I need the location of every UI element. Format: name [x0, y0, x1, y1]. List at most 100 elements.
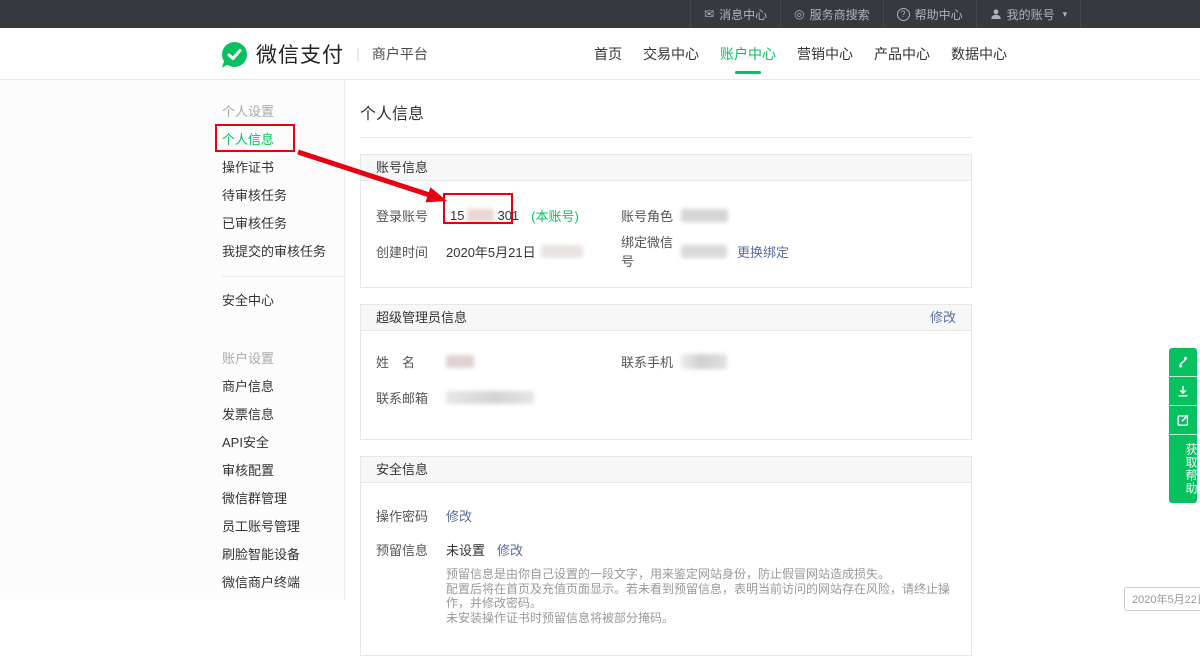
message-center-menu-item[interactable]: ✉ 消息中心: [690, 0, 780, 28]
bound-wechat-group: 绑定微信号 更换绑定: [621, 239, 789, 263]
sidebar-item-review-config[interactable]: 审核配置: [0, 457, 344, 485]
sidebar-spacer: [0, 315, 344, 345]
admin-email-row: 联系邮箱: [376, 385, 956, 409]
nav-data-center[interactable]: 数据中心: [949, 28, 1009, 80]
message-icon: ✉: [704, 8, 714, 20]
bound-wechat-label: 绑定微信号: [621, 232, 681, 270]
main-header: 微信支付 | 商户平台 首页 交易中心 账户中心 营销中心 产品中心 数据中心: [0, 28, 1200, 80]
sidebar-divider: [222, 276, 344, 277]
reserved-info-label: 预留信息: [376, 540, 446, 559]
message-center-label: 消息中心: [719, 6, 767, 23]
download-button[interactable]: [1169, 377, 1197, 406]
sidebar-item-invoice-info[interactable]: 发票信息: [0, 401, 344, 429]
login-account-value: 15 301 (本账号): [446, 206, 579, 225]
main-nav: 首页 交易中心 账户中心 营销中心 产品中心 数据中心: [592, 28, 1009, 80]
sidebar-item-wechat-group-management[interactable]: 微信群管理: [0, 485, 344, 513]
super-admin-panel-header: 超级管理员信息 修改: [361, 305, 971, 331]
reserved-info-edit-link[interactable]: 修改: [497, 540, 523, 559]
user-icon: [990, 8, 1002, 20]
wechat-pay-logo-icon: [222, 42, 247, 67]
sidebar-item-staff-account-management[interactable]: 员工账号管理: [0, 513, 344, 541]
date-badge: 2020年5月22日: [1124, 587, 1200, 611]
current-account-tag: (本账号): [531, 206, 579, 225]
sidebar-item-personal-info[interactable]: 个人信息: [0, 126, 344, 154]
page-title: 个人信息: [360, 100, 972, 124]
sidebar-item-reviewed-tasks[interactable]: 已审核任务: [0, 210, 344, 238]
sidebar-section-personal-settings: 个人设置: [0, 98, 344, 126]
nav-marketing-center[interactable]: 营销中心: [795, 28, 855, 80]
created-time-label: 创建时间: [376, 242, 446, 261]
help-icon: ?: [897, 8, 910, 21]
main-content: 个人信息 账号信息 登录账号 15 301 (本账号) 账号角色: [360, 80, 972, 656]
sidebar-section-account-settings: 账户设置: [0, 345, 344, 373]
edit-icon: [1176, 413, 1190, 427]
admin-phone-label: 联系手机: [621, 352, 681, 371]
operation-password-edit-link[interactable]: 修改: [446, 506, 472, 525]
super-admin-panel: 超级管理员信息 修改 姓 名 联系手机 联系邮箱: [360, 304, 972, 440]
reserved-desc-line-1: 预留信息是由你自己设置的一段文字，用来鉴定网站身份，防止假冒网站造成损失。: [446, 567, 956, 582]
contact-link-button[interactable]: [1169, 348, 1197, 377]
operation-password-label: 操作密码: [376, 506, 446, 525]
top-utility-menu: ✉ 消息中心 ◎ 服务商搜索 ? 帮助中心 我的账号 ▾: [690, 0, 1081, 28]
created-date-text: 2020年5月21日: [446, 242, 536, 261]
login-number-suffix: 301: [497, 208, 519, 223]
account-info-panel-title: 账号信息: [376, 155, 428, 180]
reserved-info-status: 未设置: [446, 540, 485, 559]
rebind-link[interactable]: 更换绑定: [737, 242, 789, 261]
created-time-value: 2020年5月21日: [446, 242, 583, 261]
sidebar-item-security-center[interactable]: 安全中心: [0, 287, 344, 315]
sidebar-item-pending-review-tasks[interactable]: 待审核任务: [0, 182, 344, 210]
reserved-desc-line-2: 配置后将在首页及充值页面显示。若未看到预留信息，表明当前访问的网站存在风险，请终…: [446, 582, 956, 611]
created-time-redacted: [541, 245, 583, 258]
admin-name-label: 姓 名: [376, 352, 446, 371]
account-info-panel-header: 账号信息: [361, 155, 971, 181]
help-center-label: 帮助中心: [915, 6, 963, 23]
admin-email-redacted: [446, 391, 534, 404]
nav-account-center[interactable]: 账户中心: [718, 28, 778, 80]
security-info-panel: 安全信息 操作密码 修改 预留信息 未设置 修改 预留信息是由你自己设置的一段文…: [360, 456, 972, 656]
sidebar-item-merchant-info[interactable]: 商户信息: [0, 373, 344, 401]
my-account-label: 我的账号: [1007, 6, 1055, 23]
account-role-group: 账号角色: [621, 203, 728, 227]
download-icon: [1176, 384, 1190, 398]
sidebar-item-wechat-merchant-terminal[interactable]: 微信商户终端: [0, 569, 344, 597]
help-center-menu-item[interactable]: ? 帮助中心: [883, 0, 976, 28]
account-role-redacted: [681, 209, 728, 222]
portal-subtitle: 商户平台: [372, 44, 428, 64]
admin-phone-group: 联系手机: [621, 349, 727, 373]
account-info-panel: 账号信息 登录账号 15 301 (本账号) 账号角色: [360, 154, 972, 288]
security-info-panel-title: 安全信息: [376, 457, 428, 482]
nav-home[interactable]: 首页: [592, 28, 624, 80]
chevron-down-icon: ▾: [1063, 9, 1068, 20]
sidebar: 个人设置 个人信息 操作证书 待审核任务 已审核任务 我提交的审核任务 安全中心…: [0, 80, 345, 599]
admin-email-value: [446, 391, 534, 404]
reserved-info-row: 预留信息 未设置 修改: [376, 537, 956, 561]
created-time-row: 创建时间 2020年5月21日 绑定微信号 更换绑定: [376, 239, 956, 263]
brand-area[interactable]: 微信支付 | 商户平台: [222, 28, 428, 80]
admin-name-value: [446, 355, 474, 368]
super-admin-edit-link[interactable]: 修改: [930, 305, 956, 330]
operation-password-row: 操作密码 修改: [376, 503, 956, 527]
login-account-label: 登录账号: [376, 206, 446, 225]
nav-transaction-center[interactable]: 交易中心: [641, 28, 701, 80]
floating-help-widget: 获取帮助: [1169, 348, 1197, 503]
account-role-label: 账号角色: [621, 206, 681, 225]
sidebar-item-api-security[interactable]: API安全: [0, 429, 344, 457]
security-info-panel-header: 安全信息: [361, 457, 971, 483]
my-account-menu-item[interactable]: 我的账号 ▾: [976, 0, 1082, 28]
sidebar-item-my-submitted-tasks[interactable]: 我提交的审核任务: [0, 238, 344, 266]
sidebar-item-face-recognition-devices[interactable]: 刷脸智能设备: [0, 541, 344, 569]
bound-wechat-redacted: [681, 245, 727, 258]
admin-name-redacted: [446, 355, 474, 368]
admin-name-row: 姓 名 联系手机: [376, 349, 956, 373]
nav-product-center[interactable]: 产品中心: [872, 28, 932, 80]
service-search-label: 服务商搜索: [810, 6, 870, 23]
top-utility-bar: ✉ 消息中心 ◎ 服务商搜索 ? 帮助中心 我的账号 ▾: [0, 0, 1200, 28]
super-admin-panel-body: 姓 名 联系手机 联系邮箱: [361, 331, 971, 439]
feedback-button[interactable]: [1169, 406, 1197, 435]
sidebar-item-operation-certificate[interactable]: 操作证书: [0, 154, 344, 182]
login-account-row: 登录账号 15 301 (本账号) 账号角色: [376, 203, 956, 227]
service-provider-search-menu-item[interactable]: ◎ 服务商搜索: [780, 0, 883, 28]
reserved-info-description: 预留信息是由你自己设置的一段文字，用来鉴定网站身份，防止假冒网站造成损失。 配置…: [446, 567, 956, 625]
get-help-button[interactable]: 获取帮助: [1169, 435, 1197, 503]
